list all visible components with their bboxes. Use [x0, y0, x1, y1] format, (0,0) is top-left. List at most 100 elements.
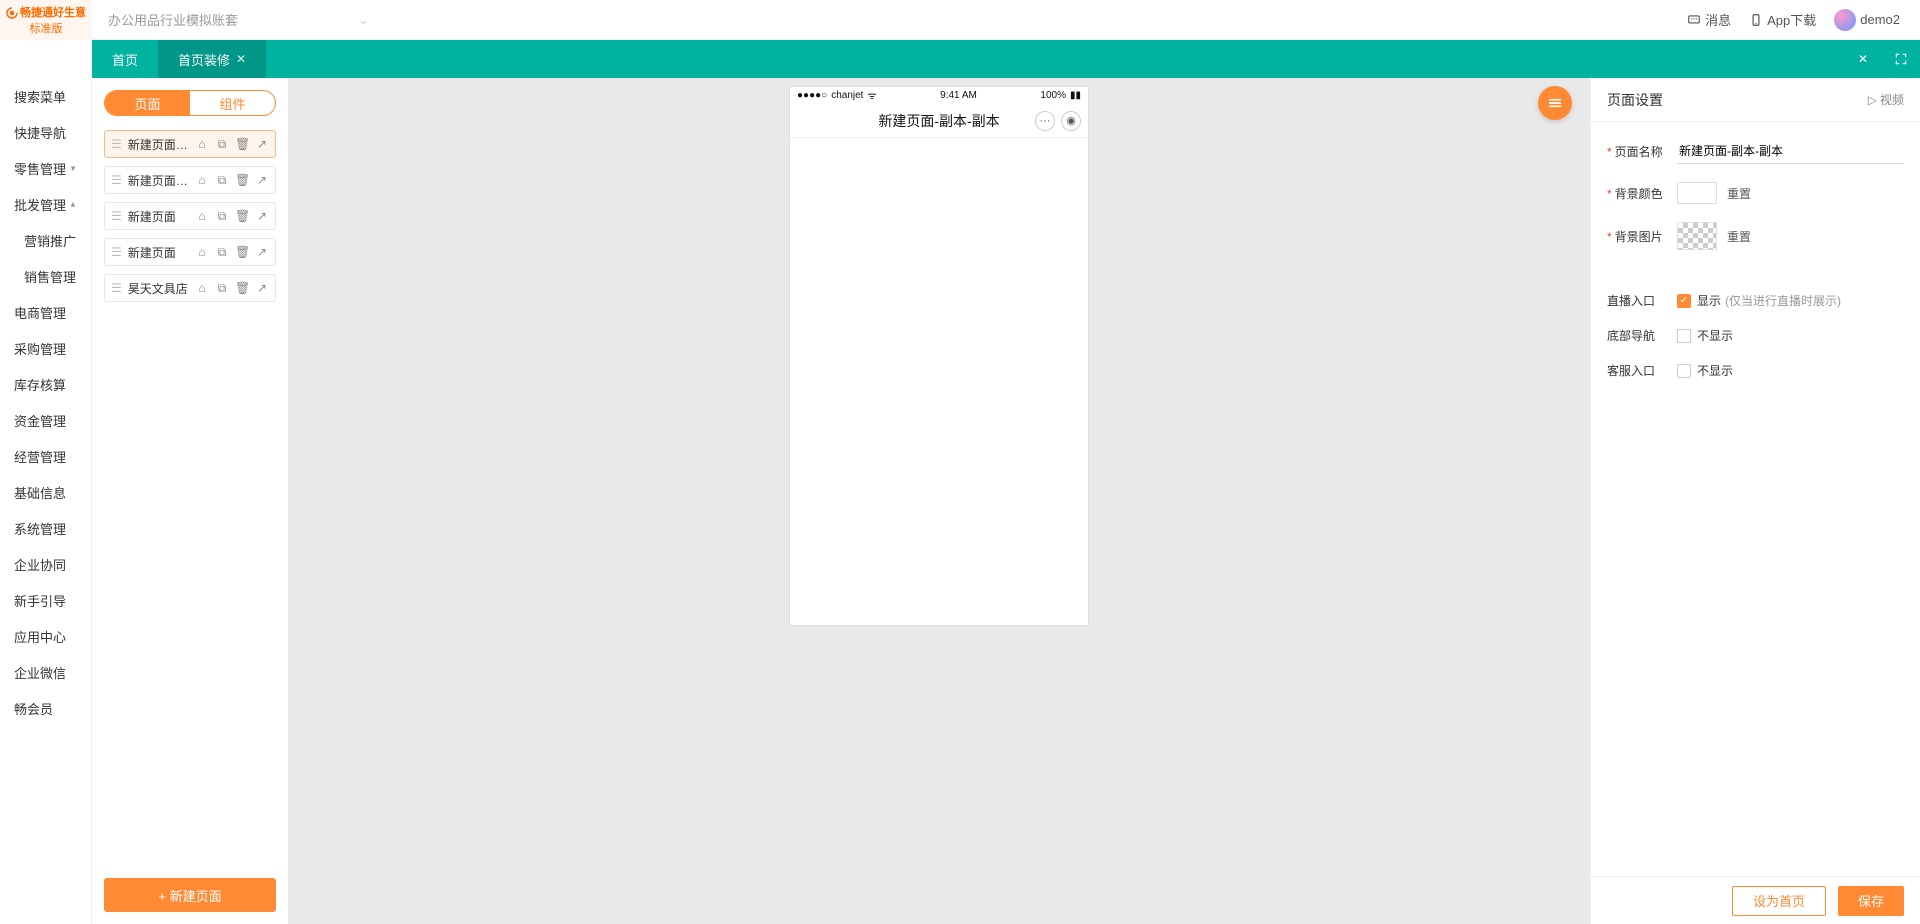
copy-icon[interactable]: ⧉: [215, 209, 229, 224]
capsule-more-icon[interactable]: ···: [1035, 111, 1055, 131]
page-item[interactable]: ☰新建页面⌂⧉🗑↗: [104, 238, 276, 266]
panel-tab-component[interactable]: 组件: [190, 91, 275, 115]
phone-title: 新建页面-副本-副本: [878, 111, 999, 131]
page-item[interactable]: ☰ 新建页面 ⌂ ⧉ 🗑 ↗: [104, 202, 276, 230]
share-icon[interactable]: ↗: [255, 209, 269, 223]
caret-down-icon: ▼: [69, 164, 77, 173]
page-item[interactable]: ☰ 新建页面-副本 ⌂ ⧉ 🗑 ↗: [104, 166, 276, 194]
page-item-name: 新建页面: [128, 208, 189, 225]
toggle-panel-fab[interactable]: [1538, 86, 1572, 120]
home-icon[interactable]: ⌂: [195, 281, 209, 295]
user-menu[interactable]: demo2: [1834, 9, 1900, 31]
capsule-target-icon[interactable]: ◉: [1061, 111, 1081, 131]
sidebar-item-member[interactable]: 畅会员: [0, 690, 91, 726]
messages-button[interactable]: 消息: [1687, 10, 1731, 29]
page-item-name: 昊天文具店: [128, 280, 189, 297]
sidebar-item-wholesale[interactable]: 批发管理▼: [0, 186, 91, 222]
copy-icon[interactable]: ⧉: [215, 137, 229, 152]
sidebar-item-system[interactable]: 系统管理: [0, 510, 91, 546]
phone-status-bar: ●●●●○chanjetᯤ 9:41 AM 100%▮▮: [789, 86, 1089, 104]
sidebar-item-appcenter[interactable]: 应用中心: [0, 618, 91, 654]
sidebar: 搜索菜单 快捷导航 零售管理▼ 批发管理▼ 营销推广 销售管理 电商管理 采购管…: [0, 78, 92, 924]
tab-decor[interactable]: 首页装修✕: [158, 40, 266, 78]
share-icon[interactable]: ↗: [255, 245, 269, 259]
share-icon[interactable]: ↗: [255, 281, 269, 295]
copy-icon[interactable]: ⧉: [215, 173, 229, 188]
drag-icon[interactable]: ☰: [111, 173, 122, 187]
fullscreen-button[interactable]: [1882, 40, 1920, 78]
close-all-button[interactable]: ✕: [1844, 40, 1882, 78]
sidebar-item-search[interactable]: 搜索菜单: [0, 78, 91, 114]
sidebar-item-inventory[interactable]: 库存核算: [0, 366, 91, 402]
phone-time: 9:41 AM: [940, 90, 977, 101]
phone-header: 新建页面-副本-副本 ··· ◉: [789, 104, 1089, 138]
label-page-name: 页面名称: [1615, 145, 1663, 159]
home-icon[interactable]: ⌂: [195, 173, 209, 187]
bg-image-picker[interactable]: [1677, 222, 1717, 250]
panel-tab-page[interactable]: 页面: [105, 91, 190, 115]
home-icon[interactable]: ⌂: [195, 137, 209, 151]
page-item-name: 新建页面-副本: [128, 172, 189, 189]
top-bar: 畅捷通好生意 标准版 办公用品行业模拟账套 ⌄ 消息 App下载 demo2: [0, 0, 1920, 40]
canvas: ●●●●○chanjetᯤ 9:41 AM 100%▮▮ 新建页面-副本-副本 …: [288, 78, 1590, 924]
sidebar-item-fund[interactable]: 资金管理: [0, 402, 91, 438]
sidebar-item-biz[interactable]: 经营管理: [0, 438, 91, 474]
share-icon[interactable]: ↗: [255, 137, 269, 151]
set-home-button[interactable]: 设为首页: [1732, 886, 1826, 916]
drag-icon[interactable]: ☰: [111, 209, 122, 223]
sidebar-item-basic[interactable]: 基础信息: [0, 474, 91, 510]
tab-home[interactable]: 首页: [92, 40, 158, 78]
delete-icon[interactable]: 🗑: [235, 245, 249, 259]
page-name-input[interactable]: [1677, 138, 1904, 164]
bg-image-reset[interactable]: 重置: [1727, 228, 1751, 245]
page-list: ☰新建页面-副本...⌂⧉🗑↗☰新建页面-副本⌂⧉🗑↗☰新建页面⌂⧉🗑↗☰新建页…: [104, 130, 276, 868]
label-bg-image: 背景图片: [1615, 230, 1663, 244]
drag-icon[interactable]: ☰: [111, 137, 122, 151]
main-area: 搜索菜单 快捷导航 零售管理▼ 批发管理▼ 营销推广 销售管理 电商管理 采购管…: [0, 78, 1920, 924]
video-help-button[interactable]: ▷视频: [1868, 91, 1904, 108]
close-icon[interactable]: ✕: [236, 52, 246, 66]
play-icon: ▷: [1868, 93, 1877, 107]
add-page-button[interactable]: + 新建页面: [104, 878, 276, 912]
delete-icon[interactable]: 🗑: [235, 281, 249, 295]
bg-color-reset[interactable]: 重置: [1727, 185, 1751, 202]
delete-icon[interactable]: 🗑: [235, 209, 249, 223]
message-icon: [1687, 13, 1701, 27]
settings-panel: 页面设置 ▷视频 *页面名称 *背景颜色 重置 *背景图片 重置: [1590, 78, 1920, 924]
sidebar-item-marketing[interactable]: 营销推广: [0, 222, 91, 258]
battery-icon: ▮▮: [1070, 90, 1081, 101]
tab-bar: 首页 首页装修✕ ✕: [92, 40, 1920, 78]
sidebar-item-ecom[interactable]: 电商管理: [0, 294, 91, 330]
page-item[interactable]: ☰ 昊天文具店 ⌂ ⧉ 🗑 ↗: [104, 274, 276, 302]
sidebar-item-purchase[interactable]: 采购管理: [0, 330, 91, 366]
menu-icon: [1547, 95, 1563, 111]
settings-title: 页面设置: [1607, 90, 1663, 110]
logo[interactable]: 畅捷通好生意 标准版: [0, 0, 92, 40]
delete-icon[interactable]: 🗑: [235, 173, 249, 187]
sidebar-item-retail[interactable]: 零售管理▼: [0, 150, 91, 186]
page-item[interactable]: ☰新建页面-副本...⌂⧉🗑↗: [104, 130, 276, 158]
sidebar-item-sales[interactable]: 销售管理: [0, 258, 91, 294]
share-icon[interactable]: ↗: [255, 173, 269, 187]
sidebar-item-coop[interactable]: 企业协同: [0, 546, 91, 582]
service-checkbox[interactable]: [1677, 364, 1691, 378]
sidebar-item-quick[interactable]: 快捷导航: [0, 114, 91, 150]
account-selector[interactable]: 办公用品行业模拟账套 ⌄: [108, 10, 369, 29]
copy-icon[interactable]: ⧉: [215, 245, 229, 260]
sidebar-item-guide[interactable]: 新手引导: [0, 582, 91, 618]
avatar: [1834, 9, 1856, 31]
bg-color-swatch[interactable]: [1677, 182, 1717, 204]
delete-icon[interactable]: 🗑: [235, 137, 249, 151]
live-checkbox[interactable]: ✓: [1677, 294, 1691, 308]
home-icon[interactable]: ⌂: [195, 209, 209, 223]
home-icon[interactable]: ⌂: [195, 245, 209, 259]
copy-icon[interactable]: ⧉: [215, 281, 229, 296]
sidebar-item-wecom[interactable]: 企业微信: [0, 654, 91, 690]
label-bg-color: 背景颜色: [1615, 187, 1663, 201]
chevron-down-icon: ⌄: [358, 12, 369, 28]
drag-icon[interactable]: ☰: [111, 245, 122, 259]
drag-icon[interactable]: ☰: [111, 281, 122, 295]
app-download-button[interactable]: App下载: [1749, 10, 1816, 29]
save-button[interactable]: 保存: [1838, 886, 1904, 916]
bottom-nav-checkbox[interactable]: [1677, 329, 1691, 343]
